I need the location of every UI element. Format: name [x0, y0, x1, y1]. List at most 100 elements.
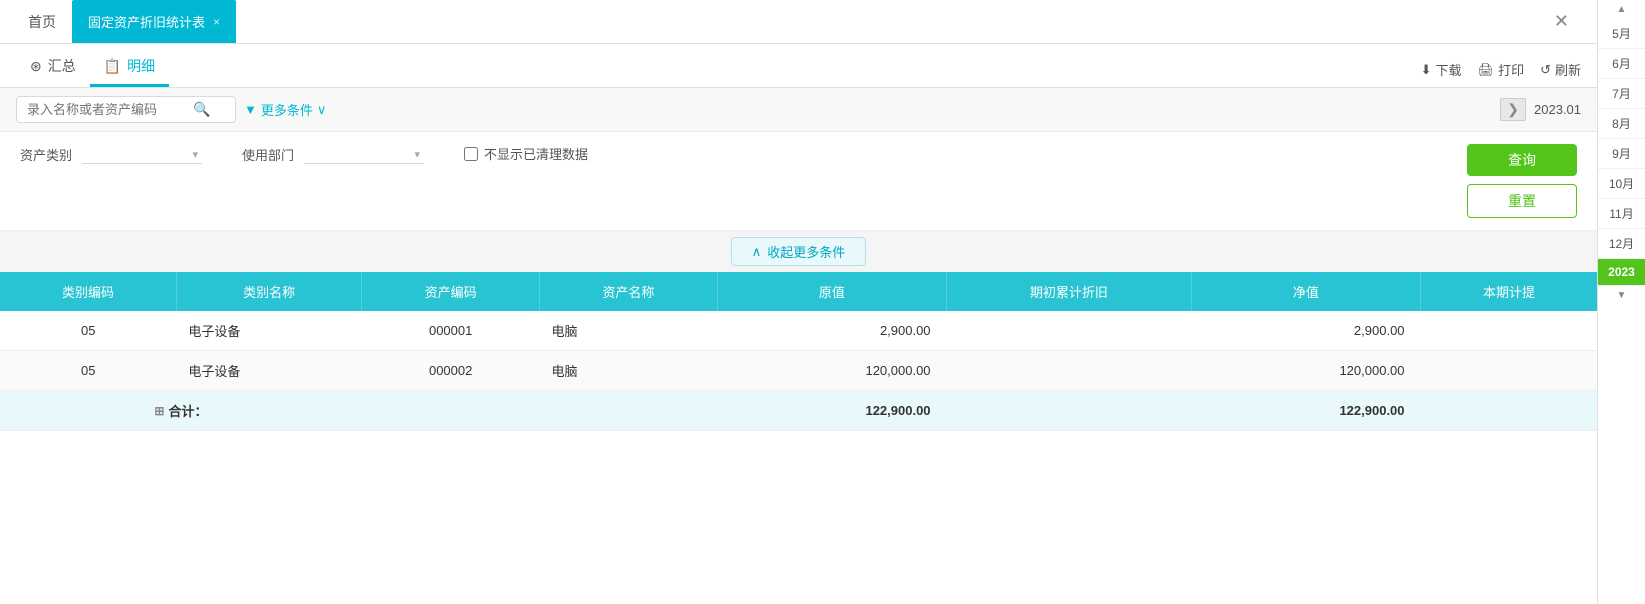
- total-label-text: 合计：: [168, 401, 207, 420]
- collapse-label: 收起更多条件: [767, 242, 845, 261]
- table-wrapper: 类别编码 类别名称 资产编码 资产名称 原值 期初累计折旧 净值 本期计提 05…: [0, 272, 1597, 604]
- filter-icon: ▼: [244, 102, 257, 117]
- filter-actions: 查询 重置: [1467, 144, 1577, 218]
- fixed-assets-tab[interactable]: 固定资产折旧统计表 ×: [72, 0, 236, 43]
- assets-table: 类别编码 类别名称 资产编码 资产名称 原值 期初累计折旧 净值 本期计提 05…: [0, 272, 1597, 431]
- tab-summary[interactable]: ⊛ 汇总: [16, 56, 90, 87]
- top-nav: 首页 固定资产折旧统计表 × ✕: [0, 0, 1597, 44]
- cell-category-name-2: 电子设备: [176, 351, 361, 391]
- total-asset-name: [540, 391, 718, 431]
- total-row: ⊞ 合计： 122,900.00 122,900.00: [0, 391, 1597, 431]
- col-asset-code: 资产编码: [362, 272, 540, 311]
- sidebar-year-2023[interactable]: 2023: [1598, 259, 1645, 286]
- table-row: 05 电子设备 000001 电脑 2,900.00 2,900.00: [0, 311, 1597, 351]
- department-label: 使用部门: [242, 145, 294, 164]
- refresh-label: 刷新: [1555, 60, 1581, 79]
- cell-accumulated-1: [947, 311, 1192, 351]
- cell-asset-code-2: 000002: [362, 351, 540, 391]
- sidebar-down-btn[interactable]: ▼: [1598, 286, 1645, 305]
- cell-current-dep-1: [1421, 311, 1597, 351]
- tab-label: 固定资产折旧统计表: [88, 12, 205, 31]
- refresh-icon: ↺: [1540, 62, 1551, 78]
- total-label-cell: ⊞ 合计：: [0, 391, 362, 431]
- col-accumulated-depreciation: 期初累计折旧: [947, 272, 1192, 311]
- collapse-icon: ∧: [752, 244, 762, 260]
- total-accumulated: [947, 391, 1192, 431]
- hide-cleaned-checkbox[interactable]: [464, 147, 478, 161]
- cell-asset-name-2: 电脑: [540, 351, 718, 391]
- right-sidebar: ▲ 5月 6月 7月 8月 9月 10月 11月 12月 2023 ▼: [1597, 0, 1645, 604]
- sidebar-month-11[interactable]: 11月: [1598, 199, 1645, 229]
- cell-category-name-1: 电子设备: [176, 311, 361, 351]
- asset-category-select[interactable]: [82, 144, 202, 164]
- date-label: 2023.01: [1534, 102, 1581, 117]
- cell-category-code-2: 05: [0, 351, 176, 391]
- table-header-row: 类别编码 类别名称 资产编码 资产名称 原值 期初累计折旧 净值 本期计提: [0, 272, 1597, 311]
- filter-section: 资产类别 使用部门 不显示已清理数据: [0, 132, 1597, 231]
- cell-original-value-2: 120,000.00: [717, 351, 946, 391]
- col-current-depreciation: 本期计提: [1421, 272, 1597, 311]
- print-label: 打印: [1498, 60, 1524, 79]
- download-icon: ⬇: [1421, 62, 1432, 78]
- sidebar-month-7[interactable]: 7月: [1598, 79, 1645, 109]
- main-content: ⊛ 汇总 📋 明细 ⬇ 下载 🖨 打印 ↺ 刷新: [0, 44, 1597, 604]
- collapse-row: ∧ 收起更多条件: [0, 231, 1597, 272]
- search-icon[interactable]: 🔍: [193, 101, 210, 118]
- cell-category-code-1: 05: [0, 311, 176, 351]
- sidebar-month-9[interactable]: 9月: [1598, 139, 1645, 169]
- chevron-down-icon: ∨: [317, 102, 327, 118]
- asset-category-filter: 资产类别: [20, 144, 202, 164]
- col-net-value: 净值: [1191, 272, 1420, 311]
- expand-right-button[interactable]: ❯: [1500, 98, 1526, 121]
- more-conditions-label: 更多条件: [261, 100, 313, 119]
- search-input[interactable]: [27, 102, 187, 117]
- col-asset-name: 资产名称: [540, 272, 718, 311]
- refresh-button[interactable]: ↺ 刷新: [1540, 60, 1581, 79]
- hide-cleaned-group: 不显示已清理数据: [464, 144, 588, 163]
- home-tab[interactable]: 首页: [12, 12, 72, 32]
- cell-original-value-1: 2,900.00: [717, 311, 946, 351]
- col-original-value: 原值: [717, 272, 946, 311]
- summary-label: 汇总: [48, 56, 76, 76]
- detail-label: 明细: [127, 56, 155, 76]
- sub-tabs: ⊛ 汇总 📋 明细 ⬇ 下载 🖨 打印 ↺ 刷新: [0, 44, 1597, 88]
- cell-accumulated-2: [947, 351, 1192, 391]
- sidebar-up-btn[interactable]: ▲: [1598, 0, 1645, 19]
- search-bar: 🔍 ▼ 更多条件 ∨ ❯ 2023.01: [0, 88, 1597, 132]
- download-button[interactable]: ⬇ 下载: [1421, 60, 1462, 79]
- department-select[interactable]: [304, 144, 424, 164]
- total-icon: ⊞: [154, 404, 164, 418]
- reset-button[interactable]: 重置: [1467, 184, 1577, 218]
- total-current-dep: [1421, 391, 1597, 431]
- sidebar-month-8[interactable]: 8月: [1598, 109, 1645, 139]
- detail-icon: 📋: [104, 58, 121, 75]
- department-filter: 使用部门: [242, 144, 424, 164]
- query-button[interactable]: 查询: [1467, 144, 1577, 176]
- more-conditions-button[interactable]: ▼ 更多条件 ∨: [244, 100, 326, 119]
- tab-close-icon[interactable]: ×: [213, 15, 220, 29]
- tab-detail[interactable]: 📋 明细: [90, 56, 169, 87]
- collapse-more-conditions-button[interactable]: ∧ 收起更多条件: [731, 237, 867, 266]
- cell-asset-code-1: 000001: [362, 311, 540, 351]
- cell-net-value-1: 2,900.00: [1191, 311, 1420, 351]
- toolbar-right: ⬇ 下载 🖨 打印 ↺ 刷新: [1421, 60, 1581, 87]
- print-icon: 🖨: [1478, 62, 1495, 78]
- sidebar-month-6[interactable]: 6月: [1598, 49, 1645, 79]
- cell-net-value-2: 120,000.00: [1191, 351, 1420, 391]
- table-row: 05 电子设备 000002 电脑 120,000.00 120,000.00: [0, 351, 1597, 391]
- window-close-button[interactable]: ✕: [1538, 11, 1585, 32]
- total-asset-code: [362, 391, 540, 431]
- cell-current-dep-2: [1421, 351, 1597, 391]
- cell-asset-name-1: 电脑: [540, 311, 718, 351]
- col-category-name: 类别名称: [176, 272, 361, 311]
- department-select-wrapper: [304, 144, 424, 164]
- summary-icon: ⊛: [30, 58, 42, 75]
- search-input-wrapper: 🔍: [16, 96, 236, 123]
- sidebar-month-5[interactable]: 5月: [1598, 19, 1645, 49]
- download-label: 下载: [1436, 60, 1462, 79]
- print-button[interactable]: 🖨 打印: [1478, 60, 1525, 79]
- sidebar-month-12[interactable]: 12月: [1598, 229, 1645, 259]
- col-category-code: 类别编码: [0, 272, 176, 311]
- total-net-value: 122,900.00: [1191, 391, 1420, 431]
- sidebar-month-10[interactable]: 10月: [1598, 169, 1645, 199]
